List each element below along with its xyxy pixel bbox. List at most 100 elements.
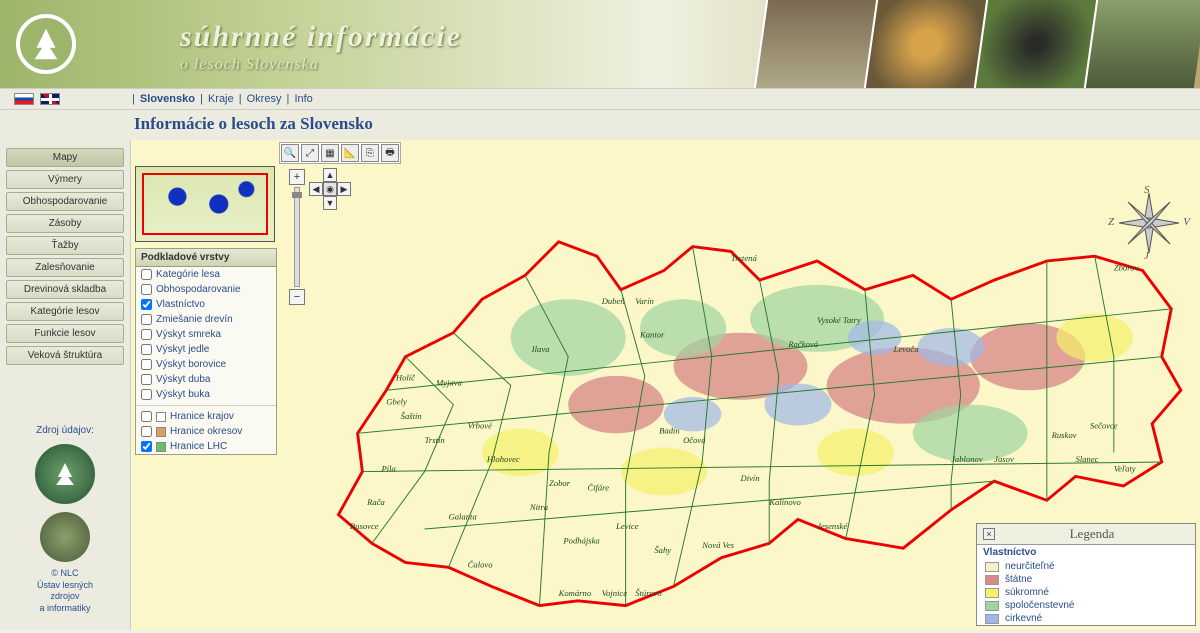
boundary-label: Hranice krajov (170, 411, 234, 422)
city-label: Rusovce (349, 521, 379, 531)
city-label: Trstená (731, 253, 758, 263)
banner-photo (864, 0, 986, 88)
boundary-hranice-lhc[interactable]: Hranice LHC (136, 439, 276, 454)
sidebar-item--a-by[interactable]: Ťažby (6, 236, 124, 255)
layer-checkbox[interactable] (141, 329, 152, 340)
city-label: Podhájska (562, 535, 599, 545)
legend-label: neurčiteľné (1005, 561, 1055, 572)
sidebar-item-vekov-trukt-ra[interactable]: Veková štruktúra (6, 346, 124, 365)
sidebar-item-drevinov-skladba[interactable]: Drevinová skladba (6, 280, 124, 299)
nav-info[interactable]: Info (294, 93, 312, 105)
legend-row: cirkevné (977, 612, 1195, 625)
banner-photo (1084, 0, 1200, 88)
layer-checkbox[interactable] (141, 314, 152, 325)
city-label: Divín (740, 473, 760, 483)
legend-toggle-button[interactable]: × (983, 528, 995, 540)
city-label: Gbely (386, 397, 407, 407)
layer-zmie-anie-drev-n[interactable]: Zmiešanie drevín (136, 312, 276, 327)
layer-checkbox[interactable] (141, 299, 152, 310)
city-label: Nitra (529, 502, 548, 512)
city-label: Galanta (449, 511, 477, 521)
boundary-swatch-icon (156, 427, 166, 437)
secondary-emblem-icon (40, 512, 90, 562)
credit: © NLC Ústav lesných zdrojov a informatik… (6, 568, 124, 615)
layer-v-skyt-duba[interactable]: Výskyt duba (136, 372, 276, 387)
flag-en-icon[interactable] (40, 93, 60, 105)
nav-kraje[interactable]: Kraje (208, 93, 234, 105)
boundary-checkbox[interactable] (141, 411, 152, 422)
boundary-checkbox[interactable] (141, 441, 152, 452)
site-title-line1: súhrnné informácie (180, 20, 462, 54)
banner-photos (760, 0, 1200, 88)
sidebar: Mapy Výmery Obhospodarovanie Zásoby Ťažby Zal… (0, 140, 130, 630)
layer-label: Výskyt borovice (156, 359, 226, 370)
sidebar-item-funkcie-lesov[interactable]: Funkcie lesov (6, 324, 124, 343)
layer-checkbox[interactable] (141, 284, 152, 295)
flag-sk-icon[interactable] (14, 93, 34, 105)
city-label: Píla (381, 464, 396, 474)
layer-v-skyt-borovice[interactable]: Výskyt borovice (136, 357, 276, 372)
city-label: Zborov (1114, 263, 1139, 273)
layer-label: Kategórie lesa (156, 269, 220, 280)
sidebar-item-kateg-rie-lesov[interactable]: Kategórie lesov (6, 302, 124, 321)
layer-label: Zmiešanie drevín (156, 314, 233, 325)
city-label: Vojnice (602, 588, 628, 598)
legend-subtitle: Vlastníctvo (977, 545, 1195, 560)
layer-kateg-rie-lesa[interactable]: Kategórie lesa (136, 267, 276, 282)
layer-checkbox[interactable] (141, 359, 152, 370)
compass-s: J (1144, 250, 1149, 262)
layer-obhospodarovanie[interactable]: Obhospodarovanie (136, 282, 276, 297)
main: Mapy Výmery Obhospodarovanie Zásoby Ťažby Zal… (0, 140, 1200, 630)
legend-swatch-icon (985, 614, 999, 624)
compass-n: S (1144, 184, 1150, 196)
boundary-hranice-krajov[interactable]: Hranice krajov (136, 409, 276, 424)
nav-row: | Slovensko | Kraje | Okresy | Info (0, 88, 1200, 110)
layer-v-skyt-jedle[interactable]: Výskyt jedle (136, 342, 276, 357)
city-label: Rača (366, 497, 385, 507)
sidebar-item-obhospodarovanie[interactable]: Obhospodarovanie (6, 192, 124, 211)
page-title: Informácie o lesoch za Slovensko (0, 110, 1200, 140)
sidebar-item-z-soby[interactable]: Zásoby (6, 214, 124, 233)
boundary-swatch-icon (156, 442, 166, 452)
nav-slovensko[interactable]: Slovensko (140, 93, 195, 105)
city-label: Slanec (1076, 454, 1099, 464)
boundary-label: Hranice LHC (170, 441, 227, 452)
layer-v-skyt-buka[interactable]: Výskyt buka (136, 387, 276, 402)
layer-v-skyt-smreka[interactable]: Výskyt smreka (136, 327, 276, 342)
city-label: Holíč (395, 373, 416, 383)
layer-panel: Podkladové vrstvy Kategórie lesa Obhospod… (135, 248, 277, 455)
layer-checkbox[interactable] (141, 344, 152, 355)
layer-label: Výskyt smreka (156, 329, 221, 340)
city-label: Ruskov (1051, 430, 1077, 440)
layer-checkbox[interactable] (141, 269, 152, 280)
header-banner: súhrnné informácie o lesoch Slovenska (0, 0, 1200, 88)
layer-checkbox[interactable] (141, 374, 152, 385)
city-label: Myjava (435, 377, 462, 387)
sidebar-item-mapy[interactable]: Mapy (6, 148, 124, 167)
compass-w: Z (1108, 216, 1114, 228)
boundary-hranice-okresov[interactable]: Hranice okresov (136, 424, 276, 439)
boundary-label: Hranice okresov (170, 426, 242, 437)
legend-label: cirkevné (1005, 613, 1042, 624)
city-label: Levoča (893, 344, 919, 354)
legend-swatch-icon (985, 588, 999, 598)
layer-checkbox[interactable] (141, 389, 152, 400)
layer-label: Vlastníctvo (156, 299, 205, 310)
nlc-emblem-icon (35, 444, 95, 504)
layer-panel-header: Podkladové vrstvy (136, 249, 276, 267)
sidebar-item-zales-ovanie[interactable]: Zalesňovanie (6, 258, 124, 277)
city-label: Veľaty (1114, 464, 1136, 474)
boundary-swatch-icon (156, 412, 166, 422)
layer-vlastn-ctvo[interactable]: Vlastníctvo (136, 297, 276, 312)
legend-swatch-icon (985, 601, 999, 611)
banner-photo (974, 0, 1096, 88)
layer-label: Výskyt duba (156, 374, 210, 385)
overview-minimap[interactable] (135, 166, 275, 242)
boundary-checkbox[interactable] (141, 426, 152, 437)
nav-okresy[interactable]: Okresy (247, 93, 282, 105)
legend-swatch-icon (985, 562, 999, 572)
city-label: Komárno (558, 588, 592, 598)
city-label: Ilava (531, 344, 550, 354)
language-flags (0, 93, 130, 105)
sidebar-item-v-mery[interactable]: Výmery (6, 170, 124, 189)
